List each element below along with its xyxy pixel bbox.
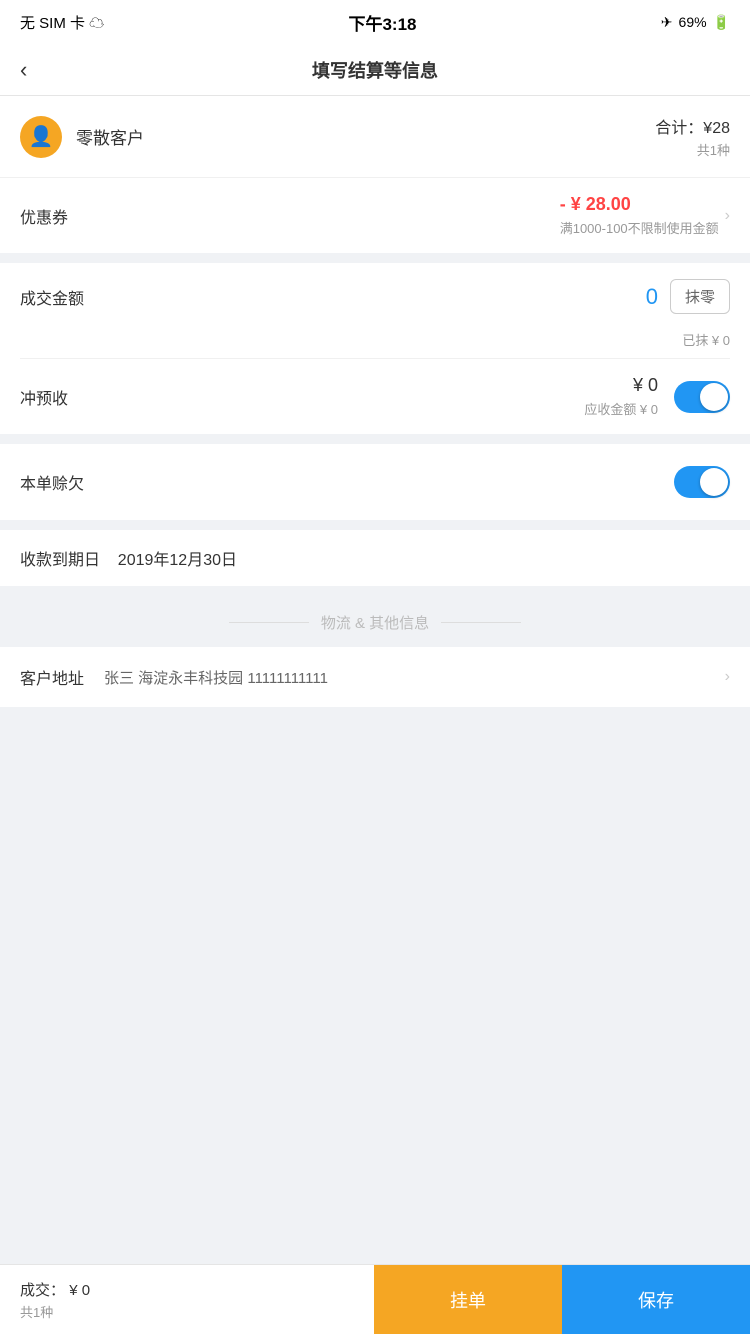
round-zero-button[interactable]: 抹零: [670, 279, 730, 314]
customer-avatar: 👤: [20, 116, 62, 158]
coupon-right: - ¥ 28.00 满1000-100不限制使用金额 ›: [560, 194, 730, 237]
bottom-deal-label: 成交：: [20, 1282, 65, 1299]
arrears-row: 本单赊欠: [20, 444, 730, 520]
save-button[interactable]: 保存: [562, 1265, 750, 1334]
content: 👤 零散客户 合计：¥28 共1种 优惠券 - ¥ 28.00 满1000-10…: [0, 96, 750, 917]
address-section: 客户地址 张三 海淀永丰科技园 11111111111 ›: [0, 647, 750, 707]
due-date-label-text: 收款到期日: [20, 552, 100, 569]
logistics-title: 物流 & 其他信息: [229, 612, 521, 633]
bottom-deal-amount: ¥ 0: [69, 1282, 90, 1299]
duedate-section: 收款到期日 2019年12月30日: [0, 530, 750, 586]
bottom-deal: 成交： ¥ 0: [20, 1279, 354, 1300]
charge-right: ¥ 0 应收金额 ¥ 0: [584, 375, 730, 418]
status-bar: 无 SIM 卡 ☁ 下午3:18 ✈ 69% 🔋: [0, 0, 750, 44]
coupon-row[interactable]: 优惠券 - ¥ 28.00 满1000-100不限制使用金额 ›: [0, 177, 750, 253]
deal-sub: 已抹 ¥ 0: [682, 333, 730, 348]
customer-left: 👤 零散客户: [20, 116, 144, 158]
pending-button[interactable]: 挂单: [374, 1265, 562, 1334]
coupon-desc: 满1000-100不限制使用金额: [560, 218, 719, 237]
status-left: 无 SIM 卡 ☁: [20, 12, 104, 33]
customer-row: 👤 零散客户 合计：¥28 共1种: [0, 96, 750, 177]
deal-amount[interactable]: 0: [646, 284, 658, 310]
due-date-label: 收款到期日 2019年12月30日: [20, 552, 237, 569]
charge-row: 冲预收 ¥ 0 应收金额 ¥ 0: [20, 359, 730, 434]
charge-amount: ¥ 0: [584, 375, 658, 396]
status-right: ✈ 69% 🔋: [661, 14, 730, 31]
due-date-value: 2019年12月30日: [118, 552, 237, 569]
charge-amount-block: ¥ 0 应收金额 ¥ 0: [584, 375, 658, 418]
content-spacer: [0, 717, 750, 917]
deal-label: 成交金额: [20, 285, 84, 309]
bottom-bar: 成交： ¥ 0 共1种 挂单 保存: [0, 1264, 750, 1334]
back-button[interactable]: ‹: [20, 57, 27, 83]
address-value: 张三 海淀永丰科技园 11111111111: [104, 667, 725, 688]
location-icon: ✈: [661, 14, 673, 31]
deal-section: 成交金额 0 抹零 已抹 ¥ 0 冲预收 ¥ 0 应收金额 ¥ 0: [0, 263, 750, 434]
address-row[interactable]: 客户地址 张三 海淀永丰科技园 11111111111 ›: [0, 647, 750, 707]
arrears-section: 本单赊欠: [0, 444, 750, 520]
arrears-label: 本单赊欠: [20, 470, 84, 494]
page-title: 填写结算等信息: [312, 57, 438, 83]
battery-text: 69%: [679, 14, 707, 30]
battery-icon: 🔋: [713, 14, 730, 31]
customer-card: 👤 零散客户 合计：¥28 共1种 优惠券 - ¥ 28.00 满1000-10…: [0, 96, 750, 253]
bottom-count: 共1种: [20, 1302, 354, 1321]
logistics-header: 物流 & 其他信息: [0, 596, 750, 647]
no-sim-text: 无 SIM 卡 ☁: [20, 12, 104, 33]
arrears-toggle[interactable]: [674, 466, 730, 498]
address-chevron-icon: ›: [725, 668, 730, 686]
customer-count: 共1种: [655, 140, 730, 159]
charge-toggle[interactable]: [674, 381, 730, 413]
deal-row: 成交金额 0 抹零: [20, 263, 730, 330]
address-label: 客户地址: [20, 665, 84, 689]
customer-total: 合计：¥28: [655, 114, 730, 138]
avatar-icon: 👤: [29, 124, 54, 149]
coupon-chevron-icon: ›: [725, 207, 730, 225]
customer-right: 合计：¥28 共1种: [655, 114, 730, 159]
coupon-discount: - ¥ 28.00: [560, 194, 719, 215]
status-time: 下午3:18: [348, 10, 416, 35]
nav-bar: ‹ 填写结算等信息: [0, 44, 750, 96]
coupon-label: 优惠券: [20, 204, 68, 228]
bottom-info: 成交： ¥ 0 共1种: [0, 1279, 374, 1321]
customer-name: 零散客户: [76, 124, 144, 149]
coupon-info: - ¥ 28.00 满1000-100不限制使用金额: [560, 194, 719, 237]
toggle-knob: [700, 383, 728, 411]
charge-label: 冲预收: [20, 385, 68, 409]
charge-sub: 应收金额 ¥ 0: [584, 399, 658, 418]
arrears-toggle-knob: [700, 468, 728, 496]
deal-right: 0 抹零: [646, 279, 730, 314]
